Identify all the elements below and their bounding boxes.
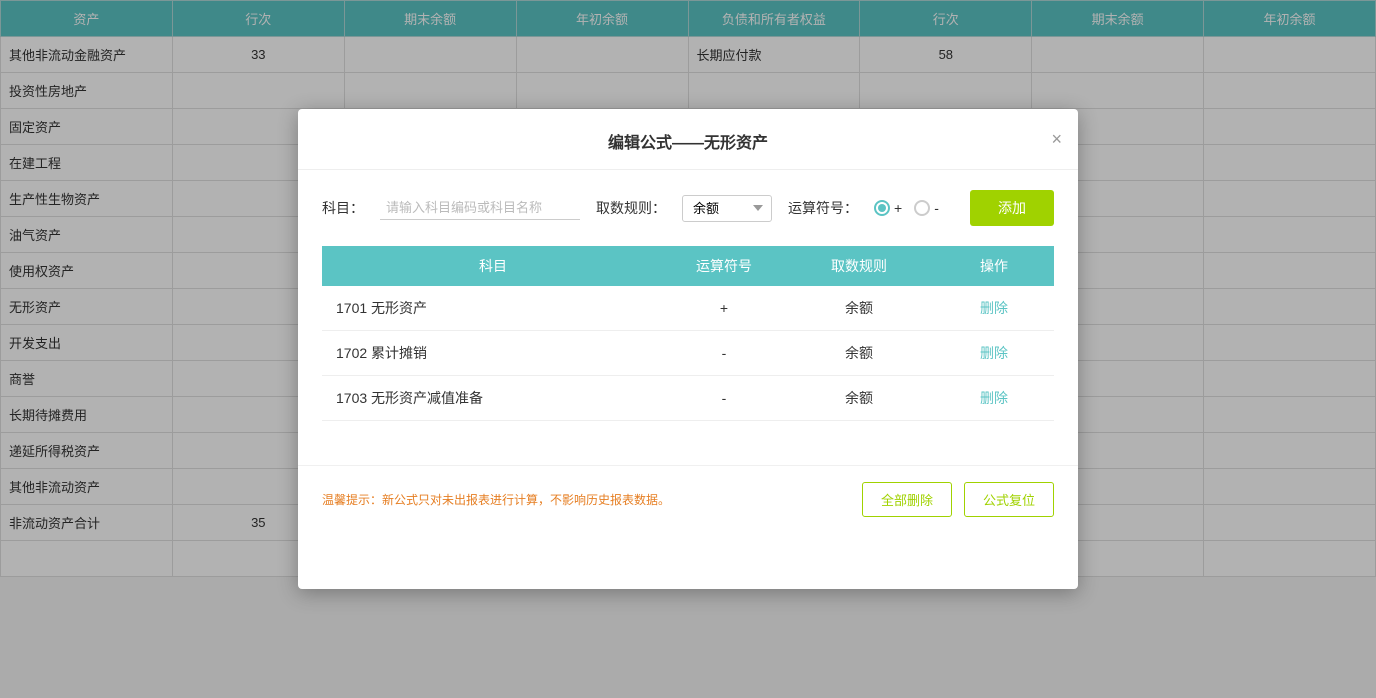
formula-action-2: 删除 <box>934 331 1054 376</box>
reset-formula-button[interactable]: 公式复位 <box>964 482 1054 517</box>
table-header-subject: 科目 <box>322 246 664 286</box>
modal-header: 编辑公式——无形资产 × <box>298 109 1078 170</box>
formula-action-3: 删除 <box>934 376 1054 421</box>
delete-link-2[interactable]: 删除 <box>980 345 1008 361</box>
radio-plus-circle <box>874 200 890 216</box>
rule-label: 取数规则： <box>596 198 666 218</box>
formula-rule-2: 余额 <box>784 331 934 376</box>
subject-input[interactable] <box>380 196 580 220</box>
radio-minus-label: - <box>934 200 939 216</box>
formula-subject-1: 1701 无形资产 <box>322 286 664 331</box>
formula-operator-3: - <box>664 376 784 421</box>
radio-plus-label: + <box>894 200 902 216</box>
modal-body: 科目： 取数规则： 余额 借方 贷方 借方累计 贷方累计 运算符号： <box>298 170 1078 465</box>
formula-operator-2: - <box>664 331 784 376</box>
formula-row-2: 1702 累计摊销 - 余额 删除 <box>322 331 1054 376</box>
footer-buttons: 全部删除 公式复位 <box>862 482 1054 517</box>
add-button[interactable]: 添加 <box>970 190 1054 226</box>
page-container: 资产 行次 期末余额 年初余额 负债和所有者权益 行次 期末余额 年初余额 其他… <box>0 0 1376 698</box>
operator-label: 运算符号： <box>788 198 858 218</box>
operator-radio-group: + - <box>874 200 939 216</box>
formula-table: 科目 运算符号 取数规则 操作 1701 无形资产 + 余额 删除 <box>322 246 1054 421</box>
modal-overlay: 编辑公式——无形资产 × 科目： 取数规则： 余额 借方 贷方 借方累计 <box>0 0 1376 698</box>
modal-footer: 温馨提示：新公式只对未出报表进行计算，不影响历史报表数据。 全部删除 公式复位 <box>298 465 1078 533</box>
table-header-action: 操作 <box>934 246 1054 286</box>
delete-all-button[interactable]: 全部删除 <box>862 482 952 517</box>
formula-subject-2: 1702 累计摊销 <box>322 331 664 376</box>
radio-plus[interactable]: + <box>874 200 902 216</box>
rule-select[interactable]: 余额 借方 贷方 借方累计 贷方累计 <box>682 195 772 222</box>
modal-title: 编辑公式——无形资产 <box>608 135 768 152</box>
modal-dialog: 编辑公式——无形资产 × 科目： 取数规则： 余额 借方 贷方 借方累计 <box>298 109 1078 589</box>
formula-row-3: 1703 无形资产减值准备 - 余额 删除 <box>322 376 1054 421</box>
radio-minus[interactable]: - <box>914 200 939 216</box>
delete-link-3[interactable]: 删除 <box>980 390 1008 406</box>
footer-tip: 温馨提示：新公式只对未出报表进行计算，不影响历史报表数据。 <box>322 491 670 508</box>
formula-action-1: 删除 <box>934 286 1054 331</box>
form-row: 科目： 取数规则： 余额 借方 贷方 借方累计 贷方累计 运算符号： <box>322 190 1054 226</box>
formula-rule-1: 余额 <box>784 286 934 331</box>
formula-operator-1: + <box>664 286 784 331</box>
table-header-rule: 取数规则 <box>784 246 934 286</box>
delete-link-1[interactable]: 删除 <box>980 300 1008 316</box>
rule-select-wrap: 余额 借方 贷方 借方累计 贷方累计 <box>682 195 772 222</box>
table-header-operator: 运算符号 <box>664 246 784 286</box>
modal-close-button[interactable]: × <box>1051 130 1062 148</box>
formula-rule-3: 余额 <box>784 376 934 421</box>
formula-subject-3: 1703 无形资产减值准备 <box>322 376 664 421</box>
formula-row-1: 1701 无形资产 + 余额 删除 <box>322 286 1054 331</box>
subject-label: 科目： <box>322 198 364 218</box>
radio-minus-circle <box>914 200 930 216</box>
